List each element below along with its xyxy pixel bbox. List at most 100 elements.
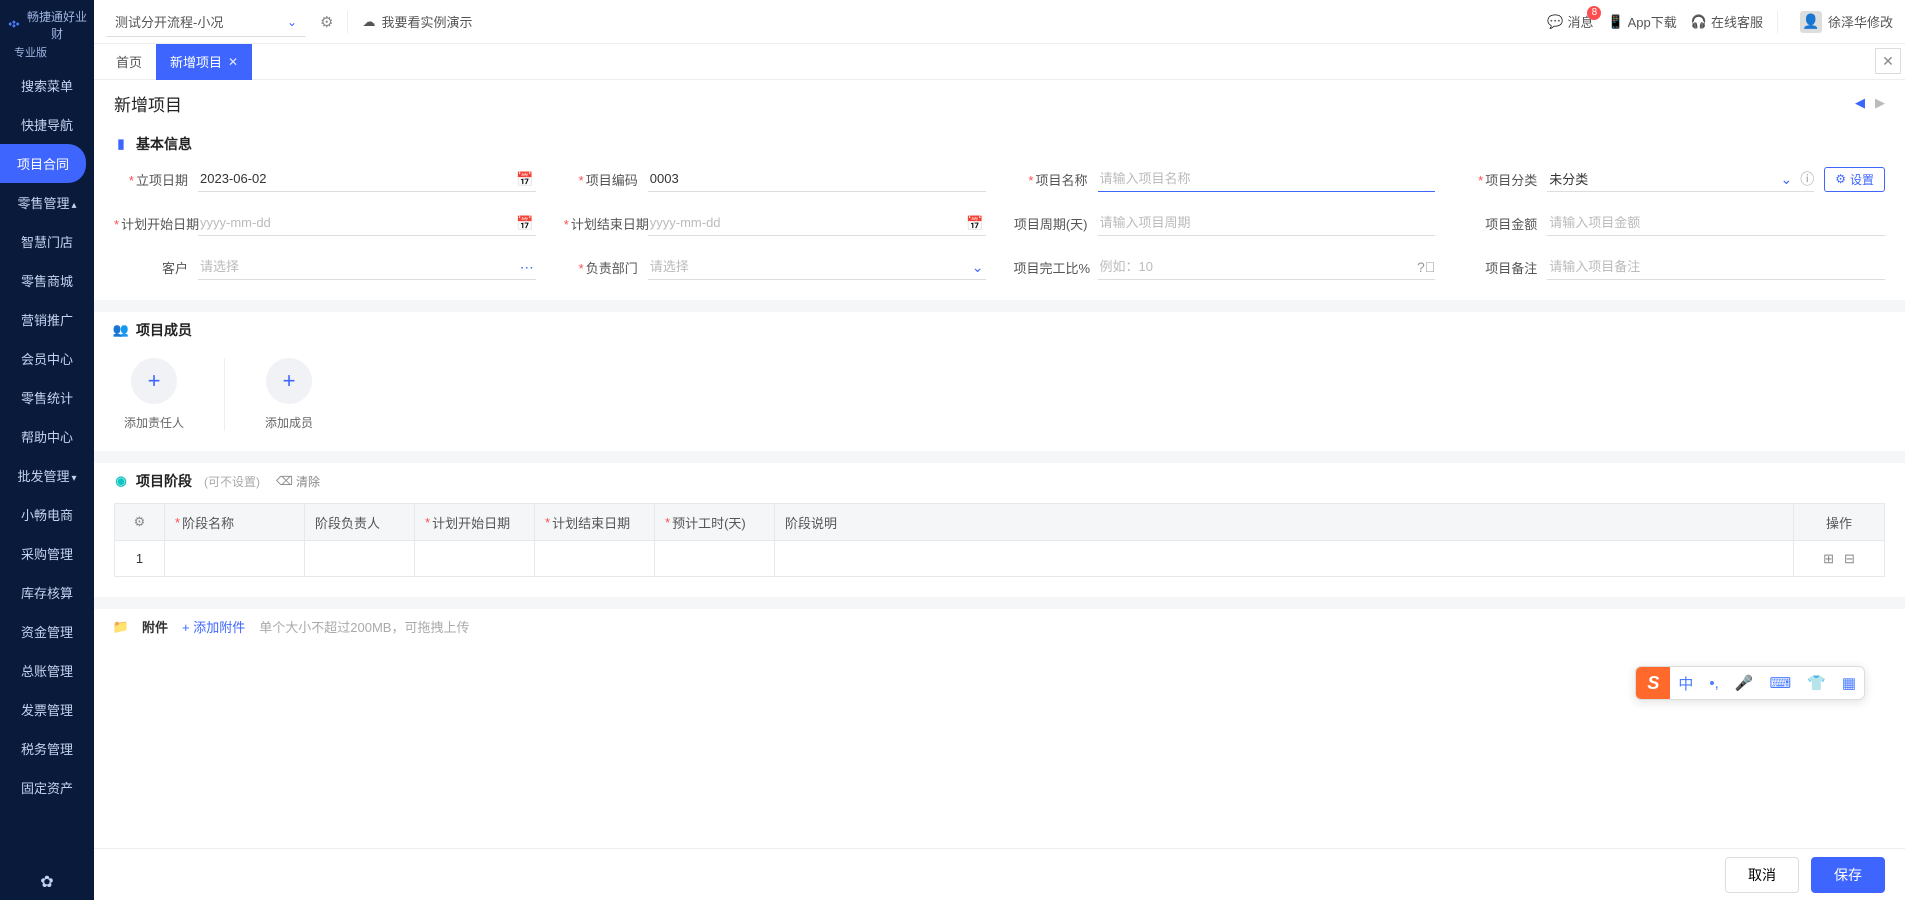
tab-new-project[interactable]: 新增项目 ✕: [156, 44, 252, 80]
add-member-button[interactable]: +: [266, 358, 312, 404]
row-add-button[interactable]: ⊞: [1823, 551, 1834, 567]
sidebar-item-search[interactable]: 搜索菜单: [0, 66, 94, 105]
project-name-input[interactable]: [1098, 166, 1436, 192]
add-attachment-button[interactable]: + 添加附件: [182, 617, 245, 636]
remark-input[interactable]: [1547, 254, 1885, 280]
sidebar-item-invoice[interactable]: 发票管理: [0, 690, 94, 729]
divider: [1777, 11, 1778, 33]
tab-home[interactable]: 首页: [102, 44, 156, 80]
messages-badge: 8: [1587, 6, 1601, 20]
online-service-button[interactable]: 🎧 在线客服: [1691, 12, 1763, 31]
field-remark: 项目备注: [1463, 254, 1885, 280]
chevron-down-icon[interactable]: ⌄: [1780, 171, 1792, 188]
calendar-icon[interactable]: 📅: [966, 215, 983, 232]
cell-stage-name[interactable]: [165, 541, 305, 576]
header-stage-name: *阶段名称: [165, 504, 305, 540]
department-select[interactable]: [648, 254, 986, 280]
row-remove-button[interactable]: ⊟: [1844, 551, 1855, 567]
sidebar-item-smart-store[interactable]: 智慧门店: [0, 222, 94, 261]
amount-input[interactable]: [1547, 210, 1885, 236]
next-record-button[interactable]: ▶: [1875, 95, 1885, 111]
row-index: 1: [115, 541, 165, 576]
demo-link[interactable]: ☁ 我要看实例演示: [362, 12, 472, 31]
cell-stage-owner[interactable]: [305, 541, 415, 576]
more-icon[interactable]: ⋯: [520, 259, 534, 276]
plan-end-input[interactable]: [648, 210, 986, 236]
sidebar-item-inventory[interactable]: 库存核算: [0, 573, 94, 612]
help-icon[interactable]: ?⃝: [1417, 259, 1435, 275]
folder-icon: 📁: [114, 620, 128, 634]
ime-punctuation-icon[interactable]: •,: [1701, 675, 1726, 692]
cell-stage-desc[interactable]: [775, 541, 1794, 576]
cell-plan-start[interactable]: [415, 541, 535, 576]
sidebar-item-retail-mgmt[interactable]: 零售管理▴: [0, 183, 94, 222]
ime-menu-icon[interactable]: ▦: [1834, 674, 1864, 692]
header-plan-start: *计划开始日期: [415, 504, 535, 540]
establish-date-input[interactable]: [198, 166, 536, 192]
cancel-button[interactable]: 取消: [1725, 857, 1799, 893]
project-code-input[interactable]: [648, 166, 986, 192]
section-title: 附件: [142, 617, 168, 636]
add-owner-button[interactable]: +: [131, 358, 177, 404]
sidebar-item-quicknav[interactable]: 快捷导航: [0, 105, 94, 144]
cell-ops: ⊞ ⊟: [1794, 541, 1884, 576]
field-department: *负责部门 ⌄: [564, 254, 986, 280]
ime-keyboard-icon[interactable]: ⌨: [1761, 674, 1799, 692]
ime-toolbar[interactable]: S 中 •, 🎤 ⌨ 👕 ▦: [1635, 666, 1865, 700]
sidebar-item-fixed-assets[interactable]: 固定资产: [0, 768, 94, 807]
user-name: 徐泽华修改: [1828, 12, 1893, 31]
sidebar-item-help-center[interactable]: 帮助中心: [0, 417, 94, 456]
gear-icon: ⚙: [134, 514, 146, 530]
caret-down-icon: ▾: [71, 473, 76, 484]
calendar-icon[interactable]: 📅: [516, 215, 533, 232]
sidebar-settings-button[interactable]: ✿: [0, 864, 94, 900]
sidebar-item-funds[interactable]: 资金管理: [0, 612, 94, 651]
clear-stages-button[interactable]: ⌫ 清除: [276, 473, 320, 490]
plan-start-input[interactable]: [198, 210, 536, 236]
add-owner-label: 添加责任人: [124, 414, 184, 431]
headset-icon: 🎧: [1691, 14, 1707, 30]
sidebar-item-retail-mall[interactable]: 零售商城: [0, 261, 94, 300]
ime-lang-toggle[interactable]: 中: [1670, 673, 1701, 694]
sidebar-item-retail-stats[interactable]: 零售统计: [0, 378, 94, 417]
demo-label: 我要看实例演示: [381, 12, 472, 31]
ime-mic-icon[interactable]: 🎤: [1727, 674, 1762, 692]
workflow-settings-button[interactable]: ⚙: [320, 13, 333, 31]
help-icon[interactable]: ⓘ: [1800, 169, 1814, 189]
header-gear[interactable]: ⚙: [115, 504, 165, 540]
section-icon: ▮: [114, 137, 128, 151]
category-settings-button[interactable]: ⚙ 设置: [1824, 167, 1885, 192]
app-download-button[interactable]: 📱 App下载: [1607, 12, 1676, 31]
project-category-select[interactable]: [1547, 166, 1814, 192]
prev-record-button[interactable]: ◀: [1855, 95, 1865, 111]
user-menu[interactable]: 👤 徐泽华修改: [1800, 11, 1893, 33]
save-button[interactable]: 保存: [1811, 857, 1885, 893]
chevron-down-icon[interactable]: ⌄: [972, 259, 984, 276]
phone-icon: 📱: [1607, 14, 1623, 30]
field-project-name: *项目名称: [1014, 166, 1436, 192]
close-all-tabs-button[interactable]: ✕: [1875, 48, 1901, 74]
sidebar-item-purchase[interactable]: 采购管理: [0, 534, 94, 573]
sidebar-item-ledger[interactable]: 总账管理: [0, 651, 94, 690]
cell-est-hours[interactable]: [655, 541, 775, 576]
sidebar-item-ecommerce[interactable]: 小畅电商: [0, 495, 94, 534]
duration-input[interactable]: [1098, 210, 1436, 236]
add-owner-block: + 添加责任人: [124, 358, 225, 431]
calendar-icon[interactable]: 📅: [516, 171, 533, 188]
ime-skin-icon[interactable]: 👕: [1799, 674, 1834, 692]
workflow-selector[interactable]: 测试分开流程-小况 ⌄: [106, 7, 306, 37]
customer-select[interactable]: [198, 254, 536, 280]
brand-block: 畅捷通好业财 专业版: [0, 0, 94, 66]
sidebar-item-tax[interactable]: 税务管理: [0, 729, 94, 768]
content-scroll[interactable]: ▮ 基本信息 *立项日期 📅 *项目编码: [94, 126, 1905, 848]
sidebar-item-member-center[interactable]: 会员中心: [0, 339, 94, 378]
sidebar-item-wholesale[interactable]: 批发管理▾: [0, 456, 94, 495]
brand-logo-icon: [6, 17, 22, 33]
sidebar-item-project-contract[interactable]: 项目合同: [0, 144, 86, 183]
members-icon: 👥: [114, 323, 128, 337]
messages-button[interactable]: 💬 消息 8: [1547, 12, 1593, 31]
sidebar-item-marketing[interactable]: 营销推广: [0, 300, 94, 339]
complete-percent-input[interactable]: [1098, 254, 1436, 280]
close-icon[interactable]: ✕: [228, 55, 238, 69]
cell-plan-end[interactable]: [535, 541, 655, 576]
